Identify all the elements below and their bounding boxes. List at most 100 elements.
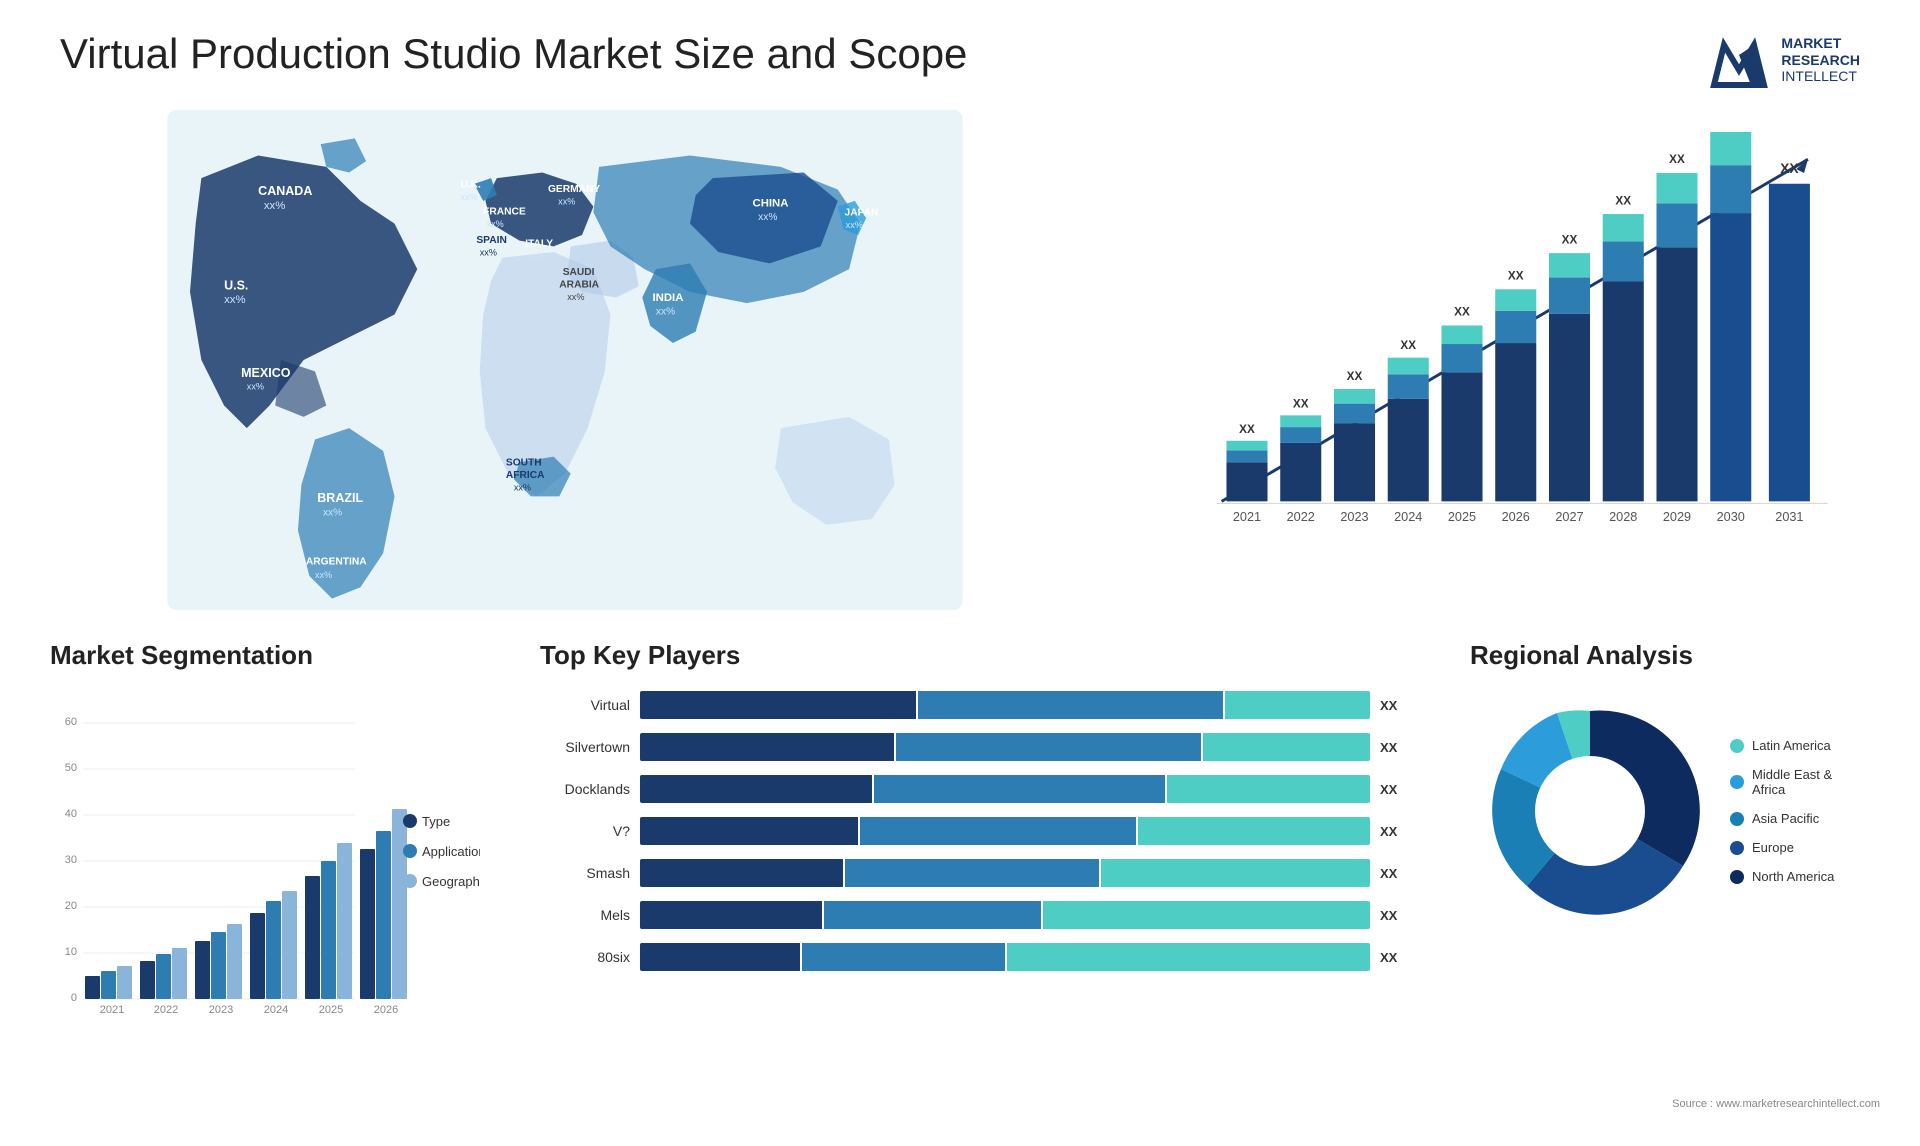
svg-text:XX: XX: [1239, 423, 1255, 436]
player-name: 80six: [540, 949, 630, 965]
player-value: XX: [1380, 950, 1410, 965]
regional-panel: Regional Analysis: [1460, 630, 1880, 1120]
bar-mid: [918, 691, 1223, 719]
svg-text:XX: XX: [1454, 306, 1470, 319]
player-value: XX: [1380, 824, 1410, 839]
header: Virtual Production Studio Market Size an…: [0, 0, 1920, 110]
player-row: V? XX: [540, 817, 1410, 845]
svg-text:40: 40: [65, 808, 77, 820]
svg-text:60: 60: [65, 716, 77, 728]
svg-text:ARGENTINA: ARGENTINA: [306, 557, 367, 568]
svg-text:JAPAN: JAPAN: [845, 208, 879, 219]
page-title: Virtual Production Studio Market Size an…: [60, 30, 967, 78]
player-value: XX: [1380, 866, 1410, 881]
svg-text:xx%: xx%: [460, 192, 477, 202]
legend-north-america: North America: [1730, 869, 1834, 884]
us-value: xx%: [224, 294, 245, 306]
svg-text:2023: 2023: [209, 1004, 233, 1016]
bar-mid: [845, 859, 1099, 887]
player-value: XX: [1380, 740, 1410, 755]
svg-text:xx%: xx%: [758, 212, 777, 223]
player-row: Smash XX: [540, 859, 1410, 887]
players-bars: Virtual XX Silvertown XX Docklands: [540, 691, 1410, 971]
svg-text:20: 20: [65, 900, 77, 912]
map-container: CANADA xx% U.S. xx% MEXICO xx% BRAZIL xx…: [40, 110, 1090, 610]
svg-text:xx%: xx%: [315, 570, 332, 580]
bar-light: [1101, 859, 1370, 887]
svg-text:GERMANY: GERMANY: [548, 184, 600, 195]
svg-text:XX: XX: [1562, 233, 1578, 246]
bar-chart-container: XX XX XX XX XX XX: [1130, 110, 1880, 610]
svg-text:30: 30: [65, 854, 77, 866]
legend-dot: [1730, 812, 1744, 826]
svg-text:2030: 2030: [1717, 510, 1745, 524]
svg-text:XX: XX: [1293, 398, 1309, 411]
player-name: Docklands: [540, 781, 630, 797]
bar-mid: [824, 901, 1042, 929]
player-bar: [640, 733, 1370, 761]
bar-light: [1203, 733, 1370, 761]
legend-dot: [1730, 739, 1744, 753]
bar-mid: [896, 733, 1201, 761]
legend-latin-america: Latin America: [1730, 738, 1834, 753]
player-bar: [640, 901, 1370, 929]
legend-label: Asia Pacific: [1752, 811, 1819, 826]
bar-light: [1138, 817, 1370, 845]
player-row: Silvertown XX: [540, 733, 1410, 761]
bar-mid: [802, 943, 1005, 971]
svg-text:XX: XX: [1347, 370, 1363, 383]
legend-europe: Europe: [1730, 840, 1834, 855]
svg-text:SAUDI: SAUDI: [563, 267, 595, 278]
svg-text:CHINA: CHINA: [753, 198, 789, 210]
svg-text:xx%: xx%: [487, 219, 504, 229]
legend-asia-pacific: Asia Pacific: [1730, 811, 1834, 826]
player-name: Smash: [540, 865, 630, 881]
player-row: Mels XX: [540, 901, 1410, 929]
top-section: CANADA xx% U.S. xx% MEXICO xx% BRAZIL xx…: [0, 110, 1920, 610]
bar-mid: [874, 775, 1164, 803]
bar-dark: [640, 859, 843, 887]
svg-text:2022: 2022: [1287, 510, 1315, 524]
bar-light: [1007, 943, 1370, 971]
svg-text:2021: 2021: [1233, 510, 1261, 524]
player-row: Docklands XX: [540, 775, 1410, 803]
us-label: U.S.: [224, 279, 248, 293]
player-name: V?: [540, 823, 630, 839]
logo-icon: [1709, 30, 1769, 90]
player-name: Virtual: [540, 697, 630, 713]
svg-text:2028: 2028: [1609, 510, 1637, 524]
svg-text:Type: Type: [422, 814, 450, 829]
svg-text:XX: XX: [1669, 153, 1685, 166]
svg-text:Application: Application: [422, 844, 480, 859]
svg-text:2022: 2022: [154, 1004, 178, 1016]
bar-dark: [640, 943, 800, 971]
source-text: Source : www.marketresearchintellect.com: [1672, 1098, 1880, 1110]
legend-label: North America: [1752, 869, 1834, 884]
player-name: Mels: [540, 907, 630, 923]
svg-text:xx%: xx%: [567, 292, 584, 302]
svg-text:2023: 2023: [1340, 510, 1368, 524]
world-map: CANADA xx% U.S. xx% MEXICO xx% BRAZIL xx…: [40, 110, 1090, 610]
svg-text:xx%: xx%: [529, 251, 546, 261]
svg-text:2025: 2025: [1448, 510, 1476, 524]
player-row: 80six XX: [540, 943, 1410, 971]
player-bar: [640, 943, 1370, 971]
svg-text:XX: XX: [1780, 161, 1798, 176]
player-bar: [640, 775, 1370, 803]
player-value: XX: [1380, 698, 1410, 713]
svg-text:ITALY: ITALY: [525, 238, 553, 249]
player-bar: [640, 817, 1370, 845]
segmentation-panel: Market Segmentation 0 10 20 30 40 50 60: [40, 630, 490, 1120]
legend-dot: [1730, 775, 1744, 789]
bar-dark: [640, 691, 916, 719]
svg-text:FRANCE: FRANCE: [483, 207, 526, 218]
svg-text:XX: XX: [1400, 339, 1416, 352]
svg-text:2026: 2026: [374, 1004, 398, 1016]
svg-text:ARABIA: ARABIA: [559, 279, 599, 290]
svg-text:xx%: xx%: [846, 220, 863, 230]
svg-text:2024: 2024: [1394, 510, 1422, 524]
svg-text:2021: 2021: [100, 1004, 124, 1016]
bar-dark: [640, 733, 894, 761]
svg-text:xx%: xx%: [480, 247, 497, 257]
svg-text:xx%: xx%: [558, 196, 575, 206]
